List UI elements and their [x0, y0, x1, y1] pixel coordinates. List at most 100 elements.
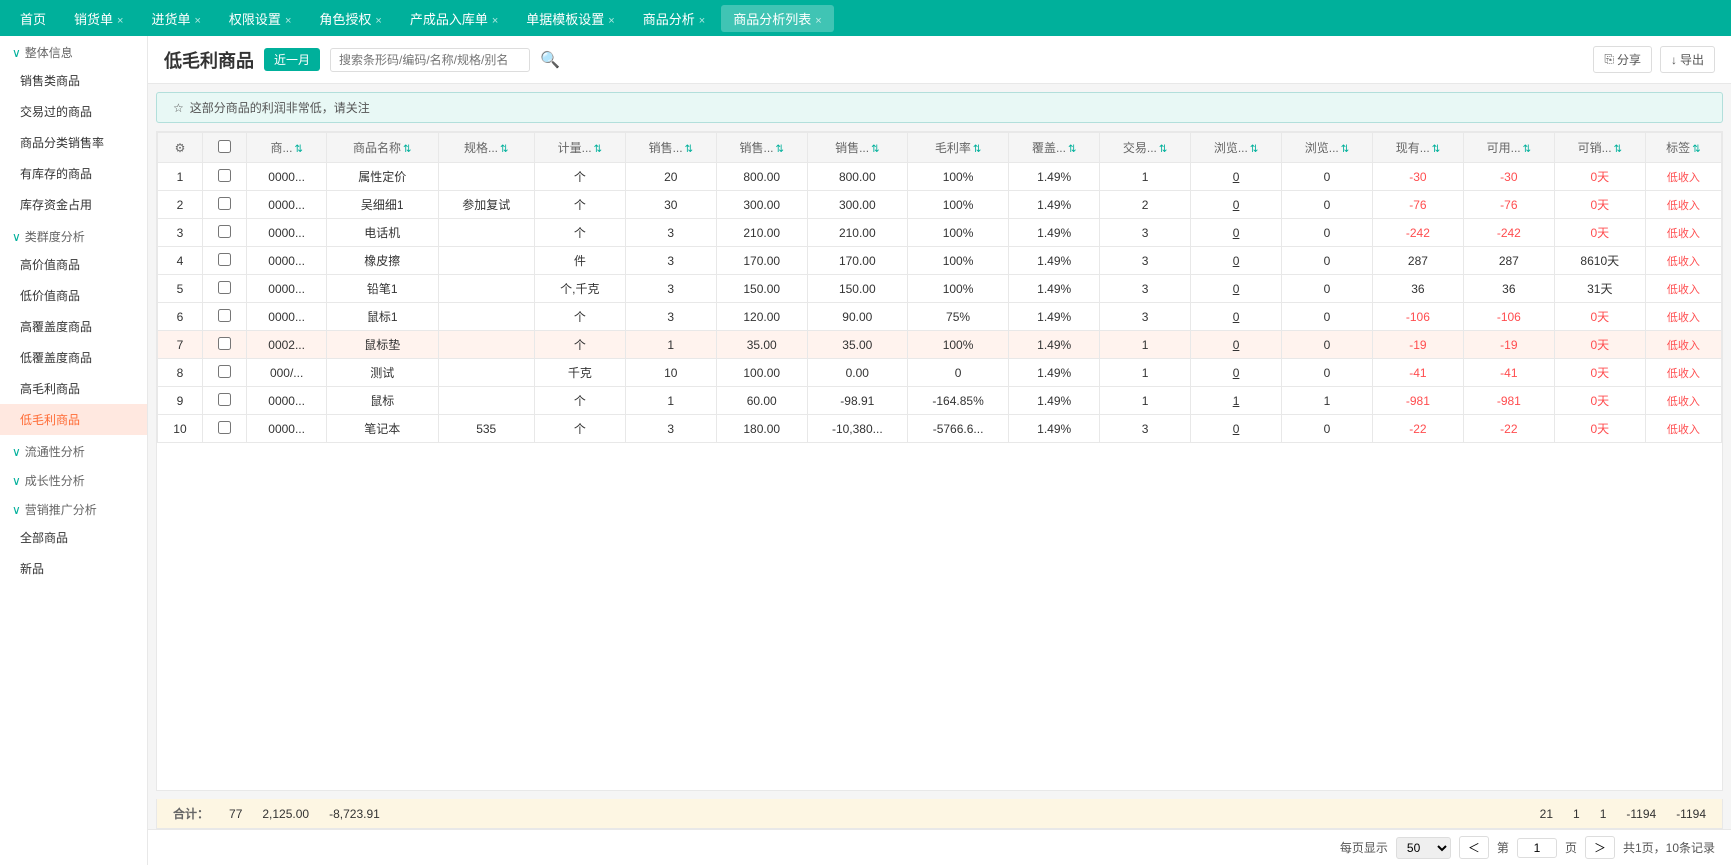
sort-icon-view1[interactable]: ⇅: [1250, 144, 1258, 155]
sort-icon-coverage[interactable]: ⇅: [1068, 144, 1076, 155]
sidebar-item-有库存的商品[interactable]: 有库存的商品: [0, 158, 147, 189]
view-link[interactable]: 0: [1233, 310, 1240, 324]
sidebar-item-销售类商品[interactable]: 销售类商品: [0, 65, 147, 96]
nav-close-icon[interactable]: ×: [117, 15, 123, 27]
cell-checkbox[interactable]: [202, 275, 246, 303]
view-link[interactable]: 0: [1233, 422, 1240, 436]
sort-icon-current[interactable]: ⇅: [1432, 144, 1440, 155]
data-table-container[interactable]: ⚙商...⇅商品名称⇅规格...⇅计量...⇅销售...⇅销售...⇅销售...…: [156, 131, 1723, 791]
row-checkbox[interactable]: [218, 169, 231, 182]
sort-icon-sales_price[interactable]: ⇅: [776, 144, 784, 155]
sidebar-group-成长性分析[interactable]: ∨ 成长性分析: [0, 464, 147, 493]
sort-icon-tag[interactable]: ⇅: [1692, 144, 1700, 155]
cell-view1[interactable]: 0: [1191, 303, 1282, 331]
view-link[interactable]: 0: [1233, 254, 1240, 268]
cell-checkbox[interactable]: [202, 219, 246, 247]
nav-close-icon[interactable]: ×: [492, 15, 498, 27]
sort-icon-trade[interactable]: ⇅: [1159, 144, 1167, 155]
sidebar-group-整体信息[interactable]: ∨ 整体信息: [0, 36, 147, 65]
cell-name[interactable]: 鼠标垫: [326, 331, 438, 359]
row-checkbox[interactable]: [218, 337, 231, 350]
sidebar-item-高毛利商品[interactable]: 高毛利商品: [0, 373, 147, 404]
cell-name[interactable]: 吴细细1: [326, 191, 438, 219]
cell-checkbox[interactable]: [202, 191, 246, 219]
sort-icon-sales_qty[interactable]: ⇅: [685, 144, 693, 155]
cell-name[interactable]: 鼠标1: [326, 303, 438, 331]
sort-icon-sales_amount[interactable]: ⇅: [871, 144, 879, 155]
nav-item-权限设置[interactable]: 权限设置×: [217, 5, 303, 32]
cell-name[interactable]: 铅笔1: [326, 275, 438, 303]
row-checkbox[interactable]: [218, 421, 231, 434]
nav-item-首页[interactable]: 首页: [8, 5, 58, 32]
sidebar-item-商品分类销售率[interactable]: 商品分类销售率: [0, 127, 147, 158]
row-checkbox[interactable]: [218, 253, 231, 266]
nav-close-icon[interactable]: ×: [285, 15, 291, 27]
cell-checkbox[interactable]: [202, 415, 246, 443]
share-button[interactable]: ⎘ 分享: [1593, 46, 1652, 73]
sidebar-item-高覆盖度商品[interactable]: 高覆盖度商品: [0, 311, 147, 342]
filter-button[interactable]: 近一月: [264, 48, 320, 71]
cell-checkbox[interactable]: [202, 359, 246, 387]
sidebar-item-全部商品[interactable]: 全部商品: [0, 522, 147, 553]
sidebar-item-交易过的商品[interactable]: 交易过的商品: [0, 96, 147, 127]
sidebar-item-低价值商品[interactable]: 低价值商品: [0, 280, 147, 311]
nav-item-单据模板设置[interactable]: 单据模板设置×: [514, 5, 626, 32]
sort-icon-spec[interactable]: ⇅: [500, 144, 508, 155]
cell-view1[interactable]: 1: [1191, 387, 1282, 415]
nav-item-产成品入库单[interactable]: 产成品入库单×: [398, 5, 510, 32]
row-checkbox[interactable]: [218, 393, 231, 406]
view-link[interactable]: 1: [1233, 394, 1240, 408]
sidebar-item-高价值商品[interactable]: 高价值商品: [0, 249, 147, 280]
view-link[interactable]: 0: [1233, 338, 1240, 352]
sidebar-item-库存资金占用[interactable]: 库存资金占用: [0, 189, 147, 220]
row-checkbox[interactable]: [218, 365, 231, 378]
sidebar-group-类群度分析[interactable]: ∨ 类群度分析: [0, 220, 147, 249]
column-header-settings[interactable]: ⚙: [158, 133, 203, 163]
row-checkbox[interactable]: [218, 197, 231, 210]
cell-checkbox[interactable]: [202, 303, 246, 331]
cell-name[interactable]: 属性定价: [326, 163, 438, 191]
page-input[interactable]: [1517, 838, 1557, 858]
nav-item-商品分析列表[interactable]: 商品分析列表×: [721, 5, 833, 32]
search-input[interactable]: [330, 48, 530, 72]
row-checkbox[interactable]: [218, 309, 231, 322]
cell-view1[interactable]: 0: [1191, 219, 1282, 247]
sort-icon-available[interactable]: ⇅: [1523, 144, 1531, 155]
view-link[interactable]: 0: [1233, 282, 1240, 296]
cell-checkbox[interactable]: [202, 331, 246, 359]
sort-icon-view2[interactable]: ⇅: [1341, 144, 1349, 155]
sidebar-group-营销推广分析[interactable]: ∨ 营销推广分析: [0, 493, 147, 522]
sort-icon-gross_margin[interactable]: ⇅: [973, 144, 981, 155]
cell-checkbox[interactable]: [202, 247, 246, 275]
prev-page-button[interactable]: ＜: [1459, 836, 1489, 859]
cell-name[interactable]: 测试: [326, 359, 438, 387]
cell-view1[interactable]: 0: [1191, 191, 1282, 219]
nav-item-角色授权[interactable]: 角色授权×: [307, 5, 393, 32]
row-checkbox[interactable]: [218, 281, 231, 294]
sort-icon-unit[interactable]: ⇅: [594, 144, 602, 155]
nav-close-icon[interactable]: ×: [375, 15, 381, 27]
cell-view1[interactable]: 0: [1191, 331, 1282, 359]
sidebar-item-低覆盖度商品[interactable]: 低覆盖度商品: [0, 342, 147, 373]
sort-icon-code[interactable]: ⇅: [294, 144, 302, 155]
cell-checkbox[interactable]: [202, 387, 246, 415]
cell-view1[interactable]: 0: [1191, 163, 1282, 191]
next-page-button[interactable]: ＞: [1585, 836, 1615, 859]
nav-item-商品分析[interactable]: 商品分析×: [631, 5, 717, 32]
cell-checkbox[interactable]: [202, 163, 246, 191]
column-header-checkbox[interactable]: [202, 133, 246, 163]
view-link[interactable]: 0: [1233, 366, 1240, 380]
view-link[interactable]: 0: [1233, 198, 1240, 212]
view-link[interactable]: 0: [1233, 170, 1240, 184]
nav-close-icon[interactable]: ×: [194, 15, 200, 27]
sort-icon-sellable[interactable]: ⇅: [1614, 144, 1622, 155]
sidebar-group-流通性分析[interactable]: ∨ 流通性分析: [0, 435, 147, 464]
cell-view1[interactable]: 0: [1191, 415, 1282, 443]
view-link[interactable]: 0: [1233, 226, 1240, 240]
nav-close-icon[interactable]: ×: [815, 15, 821, 27]
nav-item-销货单[interactable]: 销货单×: [62, 5, 135, 32]
nav-item-进货单[interactable]: 进货单×: [139, 5, 212, 32]
cell-view1[interactable]: 0: [1191, 275, 1282, 303]
select-all-checkbox[interactable]: [218, 140, 231, 153]
cell-view1[interactable]: 0: [1191, 359, 1282, 387]
